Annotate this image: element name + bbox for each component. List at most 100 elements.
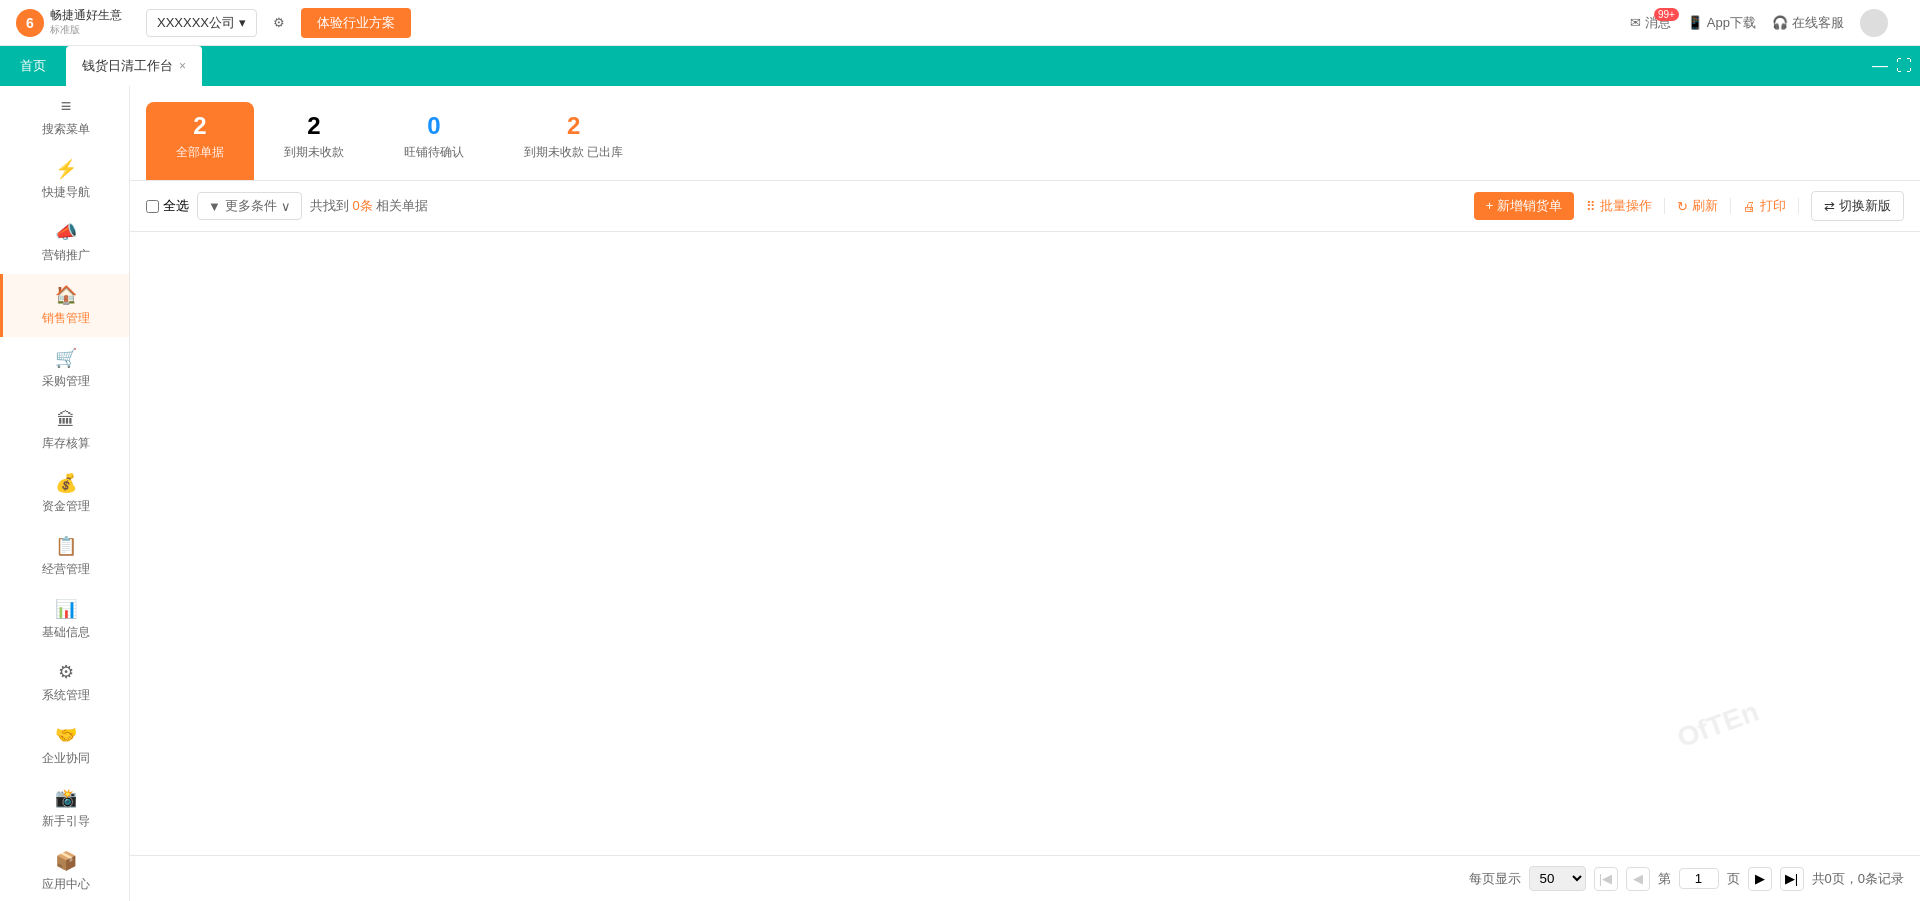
sidebar: ≡ 搜索菜单 ⚡ 快捷导航 📣 营销推广 🏠 销售管理 🛒 采购管理 🏛 库存核… bbox=[0, 86, 130, 901]
stat-card-all[interactable]: 2 全部单据 bbox=[146, 102, 254, 180]
stat-count-all: 2 bbox=[193, 112, 206, 140]
stat-card-overdue-shipped[interactable]: 2 到期未收款 已出库 bbox=[494, 102, 653, 180]
sidebar-item-system[interactable]: ⚙ 系统管理 bbox=[0, 651, 129, 714]
sidebar-label-quicknav: 快捷导航 bbox=[42, 184, 90, 201]
toolbar-right: + 新增销货单 ⠿ 批量操作 ↻ 刷新 🖨 打印 ⇄ 切换 bbox=[1474, 191, 1904, 221]
appcenter-icon: 📦 bbox=[55, 850, 77, 872]
select-all-input[interactable] bbox=[146, 200, 159, 213]
settings-button[interactable]: ⚙ bbox=[265, 9, 293, 37]
sidebar-item-search[interactable]: ≡ 搜索菜单 bbox=[0, 86, 129, 148]
empty-area bbox=[130, 232, 1920, 855]
headset-icon: 🎧 bbox=[1772, 15, 1788, 30]
refresh-button[interactable]: ↻ 刷新 bbox=[1677, 197, 1718, 215]
sidebar-label-finance: 资金管理 bbox=[42, 498, 90, 515]
marketing-icon: 📣 bbox=[55, 221, 77, 243]
switch-icon: ⇄ bbox=[1824, 199, 1835, 214]
filter-chevron-icon: ∨ bbox=[281, 199, 291, 214]
prev-page-button[interactable]: ◀ bbox=[1626, 867, 1650, 891]
purchase-icon: 🛒 bbox=[55, 347, 77, 369]
sidebar-item-finance[interactable]: 💰 资金管理 bbox=[0, 462, 129, 525]
tab-bar: 首页 钱货日清工作台 × — ⛶ bbox=[0, 46, 1920, 86]
refresh-label: 刷新 bbox=[1692, 197, 1718, 215]
messages-button[interactable]: ✉ 消息 99+ bbox=[1630, 14, 1671, 32]
app-download-label: App下载 bbox=[1707, 14, 1756, 32]
logo-icon: 6 bbox=[16, 9, 44, 37]
found-prefix: 共找到 bbox=[310, 198, 349, 213]
last-page-button[interactable]: ▶| bbox=[1780, 867, 1804, 891]
sidebar-label-guide: 新手引导 bbox=[42, 813, 90, 830]
app-download-button[interactable]: 📱 App下载 bbox=[1687, 14, 1756, 32]
switch-label: 切换新版 bbox=[1839, 197, 1891, 215]
toolbar-divider3 bbox=[1798, 198, 1799, 214]
stat-count-overdue-shipped: 2 bbox=[567, 112, 580, 140]
filter-button[interactable]: ▼ 更多条件 ∨ bbox=[197, 192, 302, 220]
chevron-down-icon: ▾ bbox=[239, 15, 246, 30]
search-menu-icon: ≡ bbox=[61, 96, 72, 117]
sidebar-item-operations[interactable]: 📋 经营管理 bbox=[0, 525, 129, 588]
switch-version-button[interactable]: ⇄ 切换新版 bbox=[1811, 191, 1904, 221]
next-page-button[interactable]: ▶ bbox=[1748, 867, 1772, 891]
tab-close-icon[interactable]: × bbox=[179, 59, 186, 73]
refresh-icon: ↻ bbox=[1677, 199, 1688, 214]
total-label: 共0页，0条记录 bbox=[1812, 870, 1904, 888]
filter-icon: ▼ bbox=[208, 199, 221, 214]
toolbar: 全选 ▼ 更多条件 ∨ 共找到 0条 相关单据 + 新增销货单 ⠿ 批量操作 bbox=[130, 181, 1920, 232]
print-icon: 🖨 bbox=[1743, 199, 1756, 214]
found-suffix: 相关单据 bbox=[376, 198, 428, 213]
stat-count-overdue: 2 bbox=[307, 112, 320, 140]
sidebar-item-appcenter[interactable]: 📦 应用中心 bbox=[0, 840, 129, 901]
sidebar-label-base: 基础信息 bbox=[42, 624, 90, 641]
sidebar-item-enterprise[interactable]: 🤝 企业协同 bbox=[0, 714, 129, 777]
stat-card-pending[interactable]: 0 旺铺待确认 bbox=[374, 102, 494, 180]
tab-home[interactable]: 首页 bbox=[0, 46, 66, 86]
user-avatar[interactable] bbox=[1860, 9, 1888, 37]
new-sale-button[interactable]: + 新增销货单 bbox=[1474, 192, 1574, 220]
top-header: 6 畅捷通好生意 标准版 XXXXXX公司 ▾ ⚙ 体验行业方案 ✉ 消息 99… bbox=[0, 0, 1920, 46]
tab-expand-icon[interactable]: ⛶ bbox=[1896, 57, 1912, 75]
sidebar-item-purchase[interactable]: 🛒 采购管理 bbox=[0, 337, 129, 400]
batch-icon: ⠿ bbox=[1586, 199, 1596, 214]
sidebar-item-inventory[interactable]: 🏛 库存核算 bbox=[0, 400, 129, 462]
trial-button[interactable]: 体验行业方案 bbox=[301, 8, 411, 38]
batch-label: 批量操作 bbox=[1600, 197, 1652, 215]
app-name: 畅捷通好生意 bbox=[50, 8, 122, 24]
sidebar-label-operations: 经营管理 bbox=[42, 561, 90, 578]
operations-icon: 📋 bbox=[55, 535, 77, 557]
sidebar-label-appcenter: 应用中心 bbox=[42, 876, 90, 893]
company-selector[interactable]: XXXXXX公司 ▾ bbox=[146, 9, 257, 37]
sidebar-label-marketing: 营销推广 bbox=[42, 247, 90, 264]
sidebar-item-marketing[interactable]: 📣 营销推广 bbox=[0, 211, 129, 274]
toolbar-divider2 bbox=[1730, 198, 1731, 214]
tab-bar-actions: — ⛶ bbox=[1872, 57, 1920, 75]
print-label: 打印 bbox=[1760, 197, 1786, 215]
sidebar-item-guide[interactable]: 📸 新手引导 bbox=[0, 777, 129, 840]
select-all-checkbox[interactable]: 全选 bbox=[146, 197, 189, 215]
print-button[interactable]: 🖨 打印 bbox=[1743, 197, 1786, 215]
page-size-select[interactable]: 50 20 100 bbox=[1529, 866, 1586, 891]
page-number-input[interactable] bbox=[1679, 868, 1719, 889]
page-suffix-label: 页 bbox=[1727, 870, 1740, 888]
stats-row: 2 全部单据 2 到期未收款 0 旺铺待确认 2 到期未收款 已出库 bbox=[130, 86, 1920, 181]
stat-count-pending: 0 bbox=[427, 112, 440, 140]
header-left: 6 畅捷通好生意 标准版 XXXXXX公司 ▾ ⚙ 体验行业方案 bbox=[16, 8, 411, 38]
batch-operation-button[interactable]: ⠿ 批量操作 bbox=[1586, 197, 1652, 215]
message-icon: ✉ bbox=[1630, 15, 1641, 30]
sidebar-item-base[interactable]: 📊 基础信息 bbox=[0, 588, 129, 651]
enterprise-icon: 🤝 bbox=[55, 724, 77, 746]
company-name: XXXXXX公司 bbox=[157, 14, 235, 32]
sidebar-item-sales[interactable]: 🏠 销售管理 bbox=[0, 274, 129, 337]
sidebar-item-quicknav[interactable]: ⚡ 快捷导航 bbox=[0, 148, 129, 211]
found-count: 0条 bbox=[353, 198, 373, 213]
inventory-icon: 🏛 bbox=[57, 410, 75, 431]
sidebar-label-system: 系统管理 bbox=[42, 687, 90, 704]
select-all-label: 全选 bbox=[163, 197, 189, 215]
online-service-button[interactable]: 🎧 在线客服 bbox=[1772, 14, 1844, 32]
content-area: 2 全部单据 2 到期未收款 0 旺铺待确认 2 到期未收款 已出库 全选 bbox=[130, 86, 1920, 901]
tab-minimize-icon[interactable]: — bbox=[1872, 57, 1888, 75]
page-size-label: 每页显示 bbox=[1469, 870, 1521, 888]
app-version: 标准版 bbox=[50, 23, 122, 37]
tab-active[interactable]: 钱货日清工作台 × bbox=[66, 46, 202, 86]
stat-card-overdue[interactable]: 2 到期未收款 bbox=[254, 102, 374, 180]
online-service-label: 在线客服 bbox=[1792, 14, 1844, 32]
first-page-button[interactable]: |◀ bbox=[1594, 867, 1618, 891]
